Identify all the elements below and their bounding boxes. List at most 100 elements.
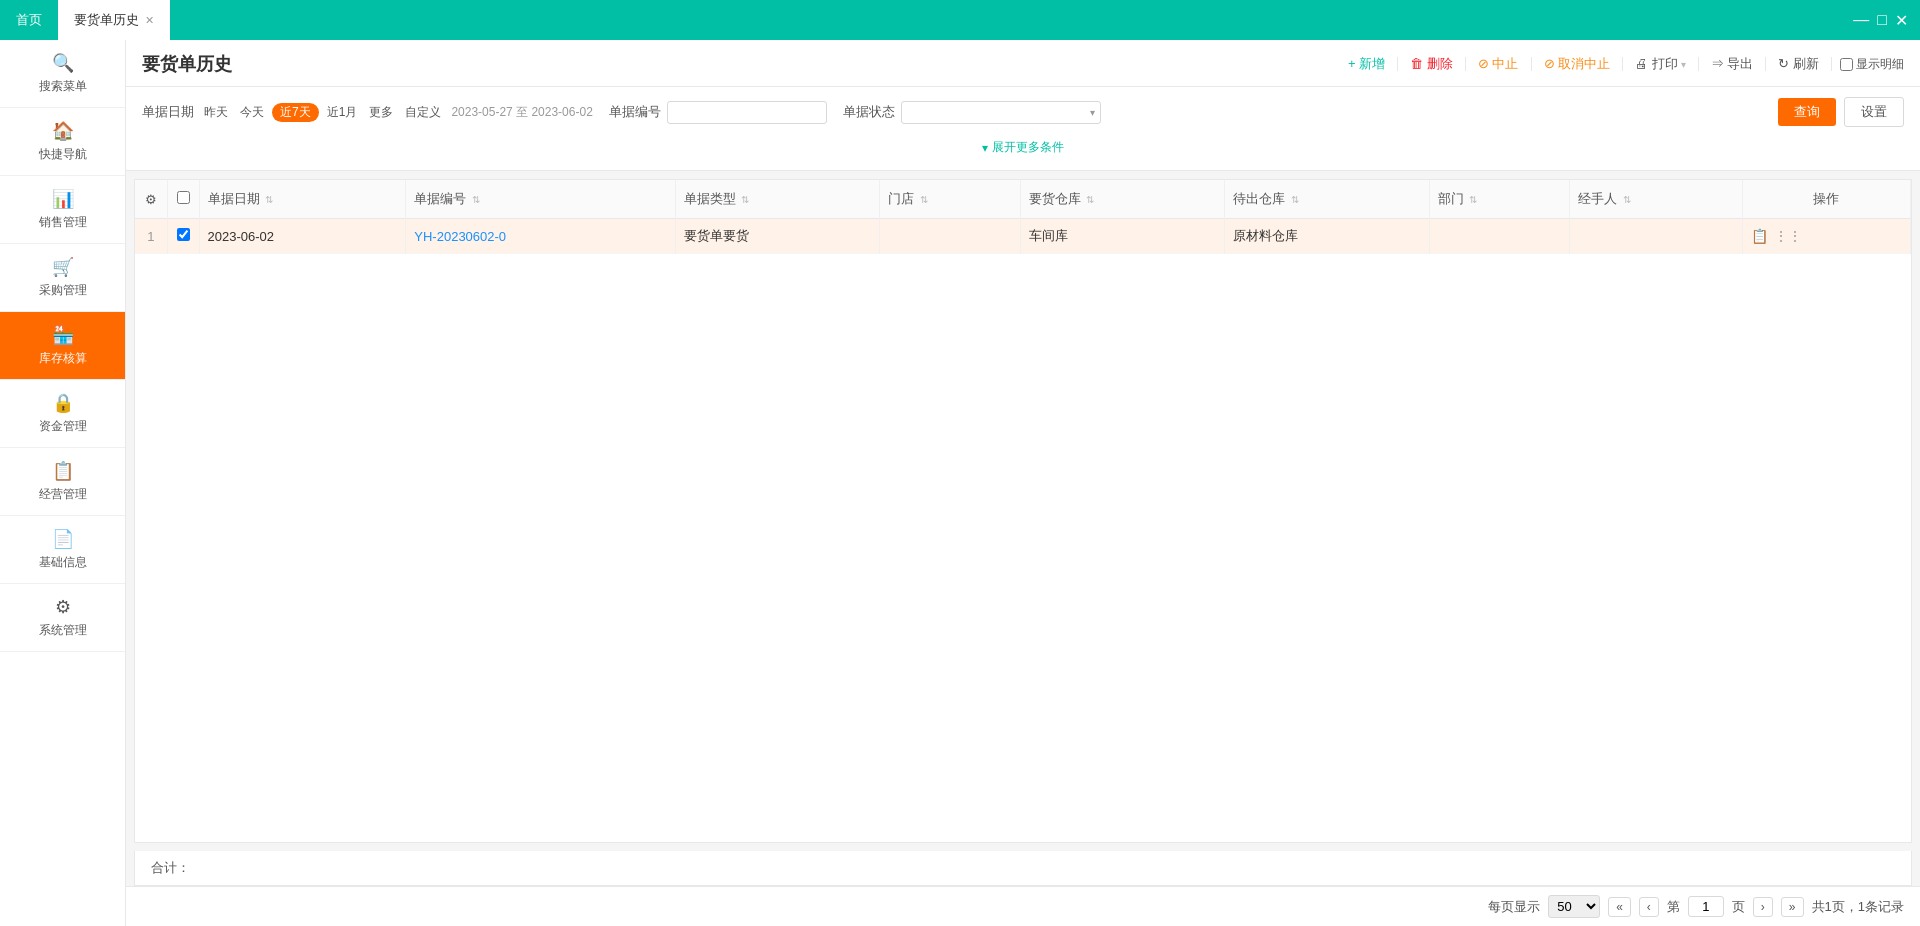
bill-no-link[interactable]: YH-20230602-0 bbox=[414, 229, 506, 244]
sidebar-item-finance-mgmt[interactable]: 🔒 资金管理 bbox=[0, 380, 125, 448]
search-menu-icon: 🔍 bbox=[52, 52, 74, 74]
toolbar: + 新增 🗑 删除 ⊘ 中止 ⊘ 取消中止 bbox=[1344, 53, 1904, 75]
total-label: 合计： bbox=[151, 860, 190, 875]
delete-label: 🗑 删除 bbox=[1410, 55, 1453, 73]
page-header-top: 要货单历史 + 新增 🗑 删除 ⊘ 中止 ⊘ 取消中止 bbox=[142, 52, 1904, 76]
date-shortcut-7days[interactable]: 近7天 bbox=[272, 103, 319, 122]
sidebar-item-operations-mgmt[interactable]: 📋 经营管理 bbox=[0, 448, 125, 516]
query-button[interactable]: 查询 bbox=[1778, 98, 1836, 126]
row-checkbox[interactable] bbox=[177, 228, 190, 241]
table-area: ⚙ 单据日期 ⇅ 单据编号 ⇅ 单据类型 bbox=[134, 179, 1912, 843]
sidebar-label-system-mgmt: 系统管理 bbox=[39, 622, 87, 639]
cancel-stop-button[interactable]: ⊘ 取消中止 bbox=[1540, 53, 1615, 75]
basic-info-icon: 📄 bbox=[52, 528, 74, 550]
divider4 bbox=[1622, 57, 1623, 71]
cell-handler bbox=[1570, 219, 1742, 254]
col-settings[interactable]: ⚙ bbox=[135, 180, 167, 219]
col-checkbox bbox=[167, 180, 199, 219]
select-all-checkbox[interactable] bbox=[177, 191, 190, 204]
footer-bar: 合计： bbox=[134, 851, 1912, 886]
date-range-value: 2023-05-27 至 2023-06-02 bbox=[451, 104, 592, 121]
sidebar-label-operations-mgmt: 经营管理 bbox=[39, 486, 87, 503]
sidebar-item-sales-mgmt[interactable]: 📊 销售管理 bbox=[0, 176, 125, 244]
quick-nav-icon: 🏠 bbox=[52, 120, 74, 142]
sidebar-item-purchase-mgmt[interactable]: 🛒 采购管理 bbox=[0, 244, 125, 312]
settings-button[interactable]: 设置 bbox=[1844, 97, 1904, 127]
close-tab-icon[interactable]: ✕ bbox=[145, 14, 154, 27]
tab-home[interactable]: 首页 bbox=[0, 0, 58, 40]
last-page-btn[interactable]: » bbox=[1781, 897, 1804, 917]
add-button[interactable]: + 新增 bbox=[1344, 53, 1389, 75]
divider7 bbox=[1831, 57, 1832, 71]
date-shortcuts: 昨天 今天 近7天 近1月 更多 自定义 bbox=[200, 103, 445, 122]
date-shortcut-custom[interactable]: 自定义 bbox=[401, 103, 445, 122]
bill-status-select[interactable] bbox=[901, 101, 1101, 124]
col-req-warehouse[interactable]: 要货仓库 ⇅ bbox=[1020, 180, 1225, 219]
first-page-btn[interactable]: « bbox=[1608, 897, 1631, 917]
operations-mgmt-icon: 📋 bbox=[52, 460, 74, 482]
sort-req-warehouse-icon: ⇅ bbox=[1086, 194, 1094, 205]
filter-bill-status: 单据状态 bbox=[843, 101, 1101, 124]
per-page-select[interactable]: 20 50 100 200 bbox=[1548, 895, 1600, 918]
col-bill-type[interactable]: 单据类型 ⇅ bbox=[675, 180, 880, 219]
sidebar-item-basic-info[interactable]: 📄 基础信息 bbox=[0, 516, 125, 584]
cell-bill-no: YH-20230602-0 bbox=[406, 219, 675, 254]
tab-requisition-history[interactable]: 要货单历史 ✕ bbox=[58, 0, 170, 40]
col-handler[interactable]: 经手人 ⇅ bbox=[1570, 180, 1742, 219]
refresh-button[interactable]: ↻ 刷新 bbox=[1774, 53, 1823, 75]
window-controls: — □ ✕ bbox=[1853, 11, 1920, 30]
maximize-icon[interactable]: □ bbox=[1877, 11, 1887, 29]
col-shop[interactable]: 门店 ⇅ bbox=[880, 180, 1020, 219]
sort-department-icon: ⇅ bbox=[1469, 194, 1477, 205]
expand-icon: ▾ bbox=[982, 141, 988, 155]
divider1 bbox=[1397, 57, 1398, 71]
export-button[interactable]: ⇒ 导出 bbox=[1707, 53, 1758, 75]
page-label: 第 bbox=[1667, 898, 1680, 916]
sidebar-label-quick-nav: 快捷导航 bbox=[39, 146, 87, 163]
add-label: + 新增 bbox=[1348, 55, 1385, 73]
row-checkbox-cell bbox=[167, 219, 199, 254]
next-page-btn[interactable]: › bbox=[1753, 897, 1773, 917]
col-action: 操作 bbox=[1742, 180, 1910, 219]
bill-no-input[interactable] bbox=[667, 101, 827, 124]
filter-bill-no: 单据编号 bbox=[609, 101, 827, 124]
sort-bill-type-icon: ⇅ bbox=[741, 194, 749, 205]
system-mgmt-icon: ⚙ bbox=[55, 596, 71, 618]
filter-actions: 查询 设置 bbox=[1778, 97, 1904, 127]
col-wait-warehouse[interactable]: 待出仓库 ⇅ bbox=[1225, 180, 1430, 219]
date-shortcut-yesterday[interactable]: 昨天 bbox=[200, 103, 232, 122]
sidebar-item-search-menu[interactable]: 🔍 搜索菜单 bbox=[0, 40, 125, 108]
show-detail-checkbox[interactable] bbox=[1840, 58, 1853, 71]
page-input[interactable] bbox=[1688, 896, 1724, 917]
sidebar-item-quick-nav[interactable]: 🏠 快捷导航 bbox=[0, 108, 125, 176]
prev-page-btn[interactable]: ‹ bbox=[1639, 897, 1659, 917]
expand-more-btn[interactable]: ▾ 展开更多条件 bbox=[142, 139, 1904, 156]
filter-area: 单据日期 昨天 今天 近7天 近1月 更多 自定义 2023-05-27 至 2… bbox=[126, 87, 1920, 171]
col-department[interactable]: 部门 ⇅ bbox=[1429, 180, 1569, 219]
date-shortcut-more[interactable]: 更多 bbox=[365, 103, 397, 122]
row-more-icon[interactable]: ⋮⋮ bbox=[1774, 228, 1802, 244]
date-shortcut-1month[interactable]: 近1月 bbox=[323, 103, 362, 122]
total-info: 共1页，1条记录 bbox=[1812, 898, 1904, 916]
bill-status-label: 单据状态 bbox=[843, 103, 895, 121]
cancel-stop-label: ⊘ 取消中止 bbox=[1544, 55, 1611, 73]
divider6 bbox=[1765, 57, 1766, 71]
print-dropdown-icon[interactable]: ▾ bbox=[1681, 59, 1686, 70]
delete-button[interactable]: 🗑 删除 bbox=[1406, 53, 1457, 75]
stop-button[interactable]: ⊘ 中止 bbox=[1474, 53, 1523, 75]
sidebar-item-inventory-mgmt[interactable]: 🏪 库存核算 bbox=[0, 312, 125, 380]
sales-mgmt-icon: 📊 bbox=[52, 188, 74, 210]
sidebar-item-system-mgmt[interactable]: ⚙ 系统管理 bbox=[0, 584, 125, 652]
cell-wait-warehouse: 原材料仓库 bbox=[1225, 219, 1430, 254]
col-bill-date[interactable]: 单据日期 ⇅ bbox=[199, 180, 406, 219]
window-close-icon[interactable]: ✕ bbox=[1895, 11, 1908, 30]
row-edit-icon[interactable]: 📋 bbox=[1751, 228, 1768, 244]
sidebar-label-inventory-mgmt: 库存核算 bbox=[39, 350, 87, 367]
print-button[interactable]: 🖨 打印 ▾ bbox=[1631, 53, 1690, 75]
filter-row-1: 单据日期 昨天 今天 近7天 近1月 更多 自定义 2023-05-27 至 2… bbox=[142, 97, 1904, 127]
minimize-icon[interactable]: — bbox=[1853, 11, 1869, 29]
cell-bill-type: 要货单要货 bbox=[675, 219, 880, 254]
date-shortcut-today[interactable]: 今天 bbox=[236, 103, 268, 122]
col-bill-no[interactable]: 单据编号 ⇅ bbox=[406, 180, 675, 219]
sidebar-label-finance-mgmt: 资金管理 bbox=[39, 418, 87, 435]
